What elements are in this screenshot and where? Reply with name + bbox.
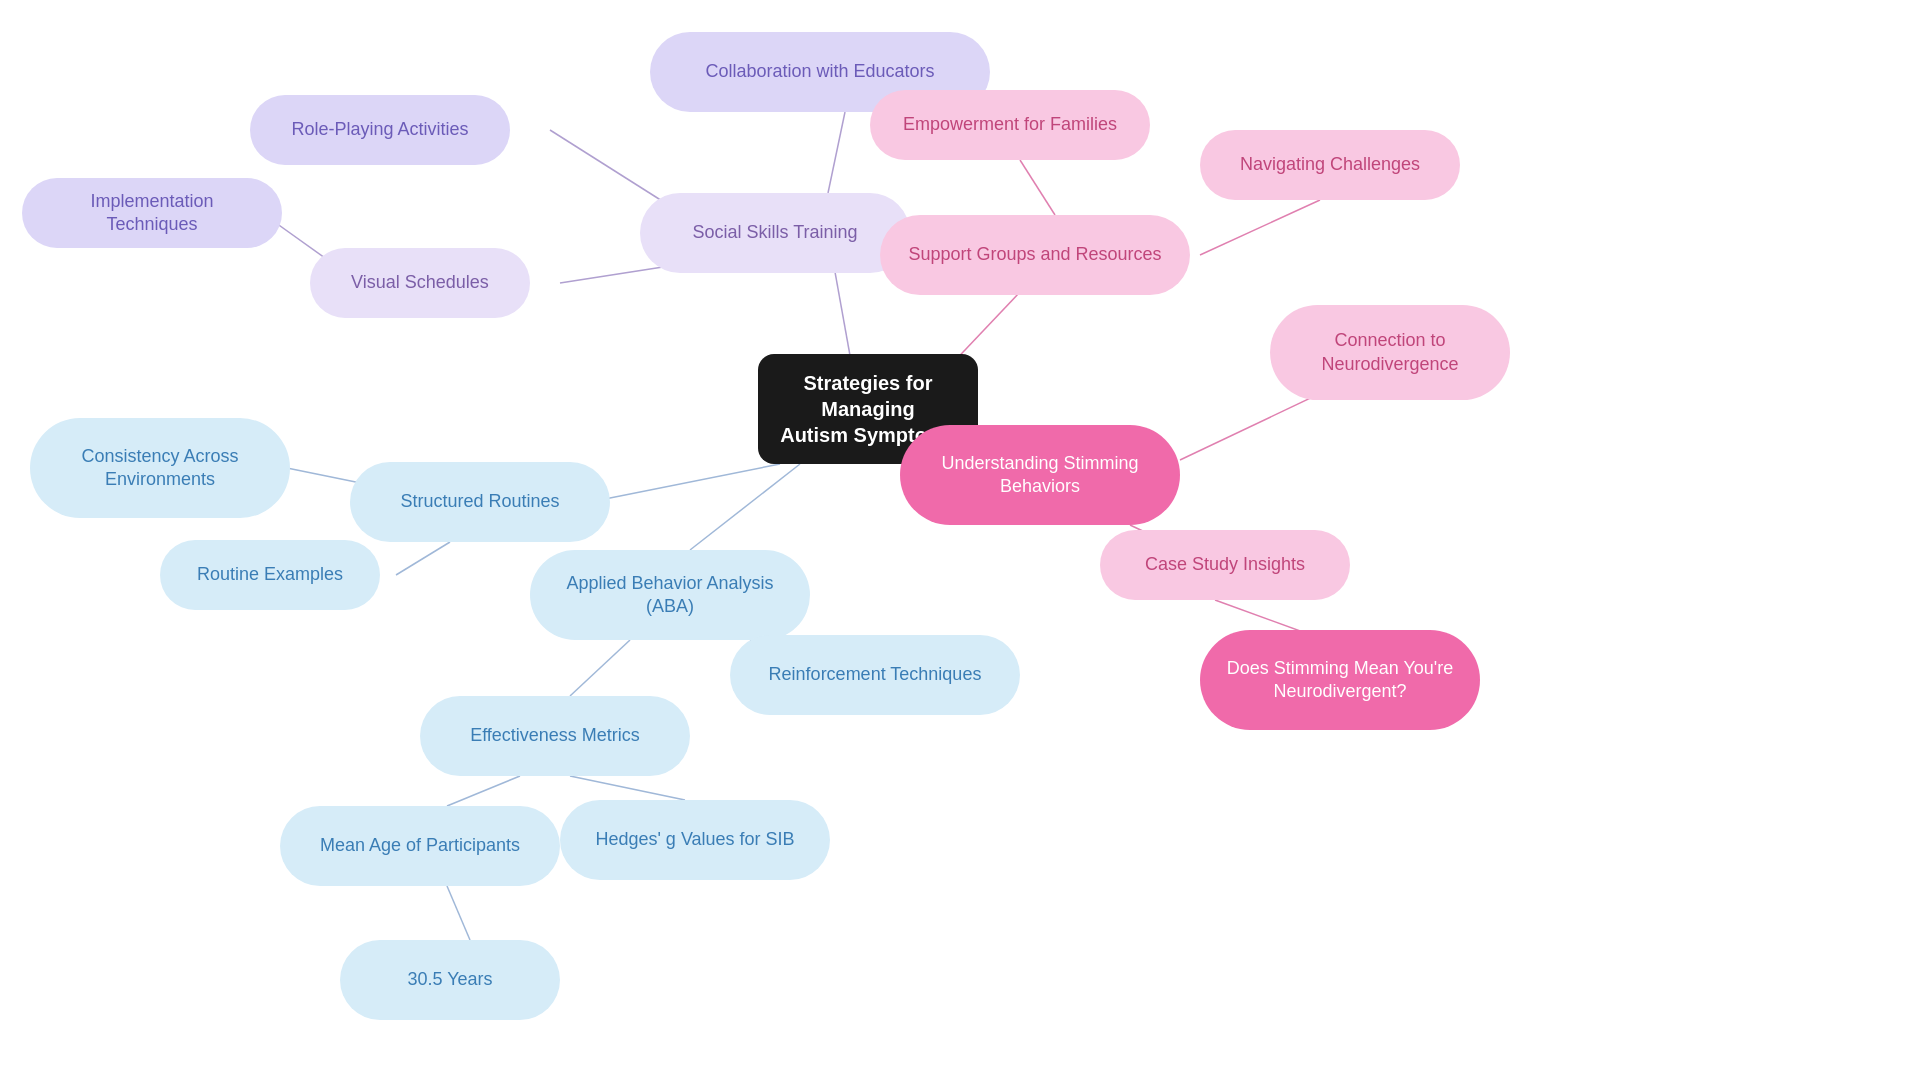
- understanding-stimming-label: Understanding Stimming Behaviors: [941, 452, 1138, 499]
- svg-line-14: [570, 776, 685, 800]
- hedges-node: Hedges' g Values for SIB: [560, 800, 830, 880]
- visual-schedules-node: Visual Schedules: [310, 248, 530, 318]
- aba-node: Applied Behavior Analysis (ABA): [530, 550, 810, 640]
- effectiveness-node: Effectiveness Metrics: [420, 696, 690, 776]
- role-playing-node: Role-Playing Activities: [250, 95, 510, 165]
- empowerment-label: Empowerment for Families: [903, 113, 1117, 136]
- reinforcement-node: Reinforcement Techniques: [730, 635, 1020, 715]
- structured-routines-node: Structured Routines: [350, 462, 610, 542]
- consistency-label: Consistency Across Environments: [81, 445, 238, 492]
- mean-age-node: Mean Age of Participants: [280, 806, 560, 886]
- mean-age-label: Mean Age of Participants: [320, 834, 520, 857]
- reinforcement-label: Reinforcement Techniques: [769, 663, 982, 686]
- effectiveness-label: Effectiveness Metrics: [470, 724, 640, 747]
- years-label: 30.5 Years: [407, 968, 492, 991]
- svg-line-16: [1020, 160, 1055, 215]
- svg-line-5: [828, 112, 845, 193]
- stimming-neuro-label: Does Stimming Mean You're Neurodivergent…: [1227, 657, 1454, 704]
- aba-label: Applied Behavior Analysis (ABA): [566, 572, 773, 619]
- case-study-label: Case Study Insights: [1145, 553, 1305, 576]
- connection-neuro-label: Connection to Neurodivergence: [1321, 329, 1458, 376]
- svg-line-15: [447, 886, 470, 940]
- support-groups-label: Support Groups and Resources: [908, 243, 1161, 266]
- years-node: 30.5 Years: [340, 940, 560, 1020]
- role-playing-label: Role-Playing Activities: [291, 118, 468, 141]
- routine-examples-node: Routine Examples: [160, 540, 380, 610]
- understanding-stimming-node: Understanding Stimming Behaviors: [900, 425, 1180, 525]
- svg-line-1: [590, 464, 780, 502]
- hedges-label: Hedges' g Values for SIB: [595, 828, 794, 851]
- collab-educators-label: Collaboration with Educators: [705, 60, 934, 83]
- support-groups-node: Support Groups and Resources: [880, 215, 1190, 295]
- stimming-neuro-node: Does Stimming Mean You're Neurodivergent…: [1200, 630, 1480, 730]
- connection-neuro-node: Connection to Neurodivergence: [1270, 305, 1510, 400]
- nav-challenges-label: Navigating Challenges: [1240, 153, 1420, 176]
- svg-line-13: [447, 776, 520, 806]
- consistency-node: Consistency Across Environments: [30, 418, 290, 518]
- empowerment-node: Empowerment for Families: [870, 90, 1150, 160]
- social-skills-node: Social Skills Training: [640, 193, 910, 273]
- routine-examples-label: Routine Examples: [197, 563, 343, 586]
- visual-schedules-label: Visual Schedules: [351, 271, 489, 294]
- social-skills-label: Social Skills Training: [692, 221, 857, 244]
- case-study-node: Case Study Insights: [1100, 530, 1350, 600]
- svg-line-2: [690, 464, 800, 550]
- impl-techniques-label: Implementation Techniques: [44, 190, 260, 237]
- structured-routines-label: Structured Routines: [400, 490, 559, 513]
- svg-line-10: [396, 542, 450, 575]
- impl-techniques-node: Implementation Techniques: [22, 178, 282, 248]
- svg-line-17: [1200, 200, 1320, 255]
- svg-line-11: [570, 640, 630, 696]
- nav-challenges-node: Navigating Challenges: [1200, 130, 1460, 200]
